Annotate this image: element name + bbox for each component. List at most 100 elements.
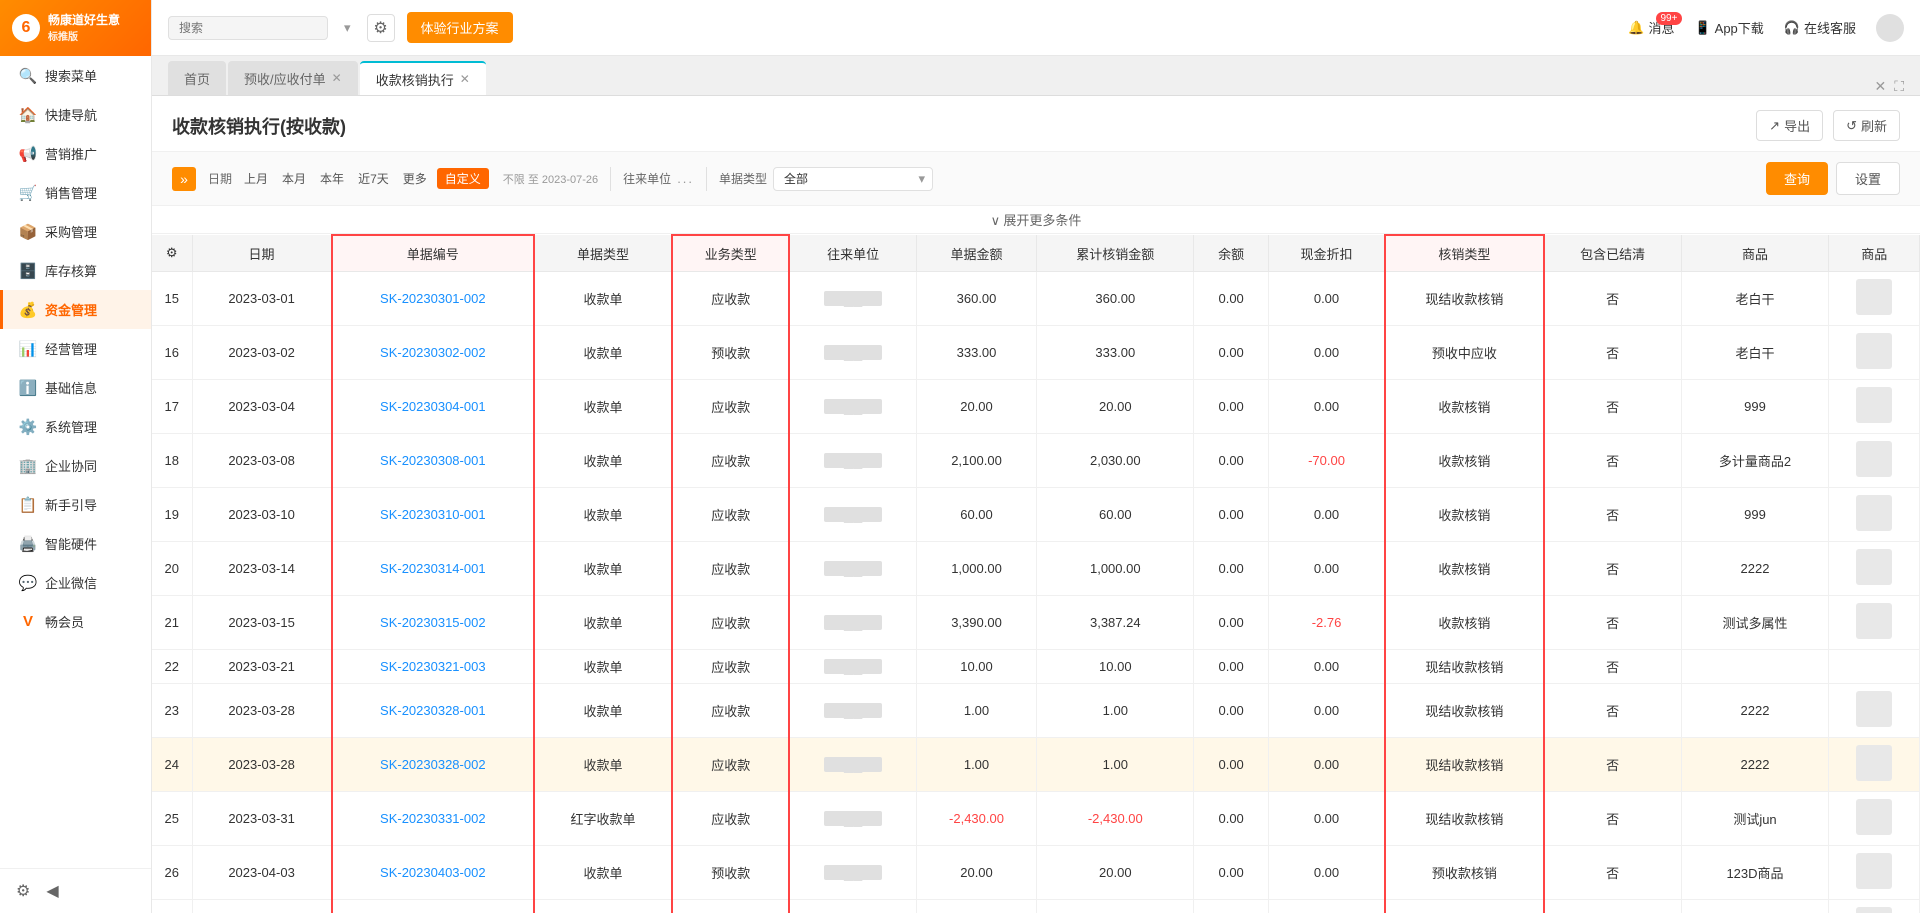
col-include-settled[interactable]: 包含已结清 [1544, 235, 1681, 272]
sidebar-item-purchase[interactable]: 📦 采购管理 [0, 212, 151, 251]
tab-collection[interactable]: 收款核销执行 ✕ [360, 61, 486, 95]
tab-prepay[interactable]: 预收/应收付单 ✕ [228, 61, 358, 95]
online-service-button[interactable]: 🎧 在线客服 [1784, 18, 1856, 37]
cell-partner: ██ [789, 792, 916, 846]
date-btn-more[interactable]: 更多 [399, 168, 431, 189]
doc-no-link[interactable]: SK-20230301-002 [380, 291, 486, 306]
notification-badge: 99+ [1656, 12, 1683, 25]
sidebar-collapse-icon[interactable]: ◀ [46, 881, 58, 901]
col-doc-type[interactable]: 单据类型 [534, 235, 672, 272]
cell-balance: 0.00 [1194, 488, 1269, 542]
sidebar-item-system[interactable]: ⚙️ 系统管理 [0, 407, 151, 446]
export-button[interactable]: ↗ 导出 [1756, 110, 1823, 141]
sidebar-item-guide[interactable]: 📋 新手引导 [0, 485, 151, 524]
cell-goods: 2222 [1681, 542, 1829, 596]
doc-no-link[interactable]: SK-20230315-002 [380, 615, 486, 630]
tab-maximize-icon[interactable]: ⛶ [1894, 78, 1904, 95]
doc-no-link[interactable]: SK-20230314-001 [380, 561, 486, 576]
sidebar-item-basic[interactable]: ℹ️ 基础信息 [0, 368, 151, 407]
col-biz-type[interactable]: 业务类型 [672, 235, 789, 272]
cell-doc-type: 收款单 [534, 650, 672, 684]
tab-close-all-icon[interactable]: ✕ [1874, 78, 1886, 95]
col-goods2[interactable]: 商品 [1829, 235, 1920, 272]
cell-doc-no: SK-20230403-002 [332, 846, 534, 900]
cell-balance: 0.00 [1194, 684, 1269, 738]
doc-no-link[interactable]: SK-20230331-002 [380, 811, 486, 826]
cell-doc-no: SK-20230328-001 [332, 684, 534, 738]
refresh-button[interactable]: ↺ 刷新 [1833, 110, 1900, 141]
sidebar-item-sales[interactable]: 🛒 销售管理 [0, 173, 151, 212]
col-accumulated[interactable]: 累计核销金额 [1037, 235, 1194, 272]
cell-balance: 0.00 [1194, 272, 1269, 326]
cell-num: 23 [152, 684, 192, 738]
date-btn-this-month[interactable]: 本月 [278, 168, 310, 189]
doc-no-link[interactable]: SK-20230302-002 [380, 345, 486, 360]
filter-setting-button[interactable]: 设置 [1836, 162, 1900, 195]
sidebar-item-finance[interactable]: 💰 资金管理 [0, 290, 151, 329]
doc-no-link[interactable]: SK-20230310-001 [380, 507, 486, 522]
doc-no-link[interactable]: SK-20230403-002 [380, 865, 486, 880]
cell-accumulated: 3,387.24 [1037, 596, 1194, 650]
tab-home[interactable]: 首页 [168, 61, 226, 95]
cell-date: 2023-03-01 [192, 272, 332, 326]
date-filter-group: 日期 上月 本月 本年 近7天 更多 自定义 不限 至 2023-07-26 [208, 168, 598, 189]
col-doc-no[interactable]: 单据编号 [332, 235, 534, 272]
col-cash-discount[interactable]: 现金折扣 [1268, 235, 1385, 272]
col-balance[interactable]: 余额 [1194, 235, 1269, 272]
settings-gear-button[interactable]: ⚙ [367, 14, 395, 42]
col-amount[interactable]: 单据金额 [916, 235, 1036, 272]
app-download-button[interactable]: 📱 App下载 [1694, 18, 1763, 37]
sidebar-item-wechat[interactable]: 💬 企业微信 [0, 563, 151, 602]
tab-home-label: 首页 [184, 69, 210, 88]
tab-prepay-close[interactable]: ✕ [332, 71, 342, 85]
cell-goods: 2222 [1681, 684, 1829, 738]
date-btn-custom[interactable]: 自定义 [437, 168, 489, 189]
col-settings[interactable]: ⚙ [152, 235, 192, 272]
date-btn-7days[interactable]: 近7天 [354, 168, 393, 189]
doc-type-select[interactable]: 全部 收款单 红字收款单 [773, 167, 933, 191]
doc-no-link[interactable]: SK-20230328-002 [380, 757, 486, 772]
doc-type-select-wrap: 全部 收款单 红字收款单 [773, 167, 933, 191]
cell-date: 2023-03-21 [192, 650, 332, 684]
sidebar-item-corp[interactable]: 🏢 企业协同 [0, 446, 151, 485]
cell-biz-type: 应收款 [672, 650, 789, 684]
date-btn-this-year[interactable]: 本年 [316, 168, 348, 189]
expand-more-bar[interactable]: ∨ 展开更多条件 [152, 206, 1920, 234]
date-btn-last-month[interactable]: 上月 [240, 168, 272, 189]
col-date[interactable]: 日期 [192, 235, 332, 272]
notification-button[interactable]: 🔔 消息 99+ [1628, 18, 1674, 37]
table-row: 18 2023-03-08 SK-20230308-001 收款单 应收款 ██… [152, 434, 1920, 488]
doc-no-link[interactable]: SK-20230308-001 [380, 453, 486, 468]
page-title: 收款核销执行(按收款) [172, 113, 346, 139]
doc-no-link[interactable]: SK-20230321-003 [380, 659, 486, 674]
member-icon: V [19, 613, 37, 631]
col-verify-type[interactable]: 核销类型 [1385, 235, 1544, 272]
user-avatar[interactable] [1876, 14, 1904, 42]
col-goods[interactable]: 商品 [1681, 235, 1829, 272]
doc-no-link[interactable]: SK-20230328-001 [380, 703, 486, 718]
table-row: 24 2023-03-28 SK-20230328-002 收款单 应收款 ██… [152, 738, 1920, 792]
filter-expand-button[interactable]: » [172, 167, 196, 191]
breadcrumb-input[interactable] [168, 16, 328, 40]
sidebar-settings-icon[interactable]: ⚙ [16, 881, 30, 901]
sidebar-item-marketing[interactable]: 📢 营销推广 [0, 134, 151, 173]
cell-amount: 100.00 [916, 900, 1036, 913]
doc-no-link[interactable]: SK-20230304-001 [380, 399, 486, 414]
cell-biz-type: 预收款 [672, 846, 789, 900]
sidebar-item-inventory[interactable]: 🗄️ 库存核算 [0, 251, 151, 290]
cell-partner: ██ [789, 738, 916, 792]
tab-collection-close[interactable]: ✕ [460, 72, 470, 86]
cell-biz-type: 应收款 [672, 380, 789, 434]
sidebar-item-member[interactable]: V 畅会员 [0, 602, 151, 641]
cell-date: 2023-04-08 [192, 900, 332, 913]
col-partner[interactable]: 往来单位 [789, 235, 916, 272]
industry-solution-button[interactable]: 体验行业方案 [407, 12, 513, 43]
cell-goods2 [1829, 792, 1920, 846]
sidebar-item-search[interactable]: 🔍 搜索菜单 [0, 56, 151, 95]
cell-accumulated: 1,000.00 [1037, 542, 1194, 596]
sidebar-item-hardware[interactable]: 🖨️ 智能硬件 [0, 524, 151, 563]
query-button[interactable]: 查询 [1766, 162, 1828, 195]
sidebar-item-quick[interactable]: 🏠 快捷导航 [0, 95, 151, 134]
sidebar-item-operation[interactable]: 📊 经营管理 [0, 329, 151, 368]
cell-include-settled: 否 [1544, 792, 1681, 846]
